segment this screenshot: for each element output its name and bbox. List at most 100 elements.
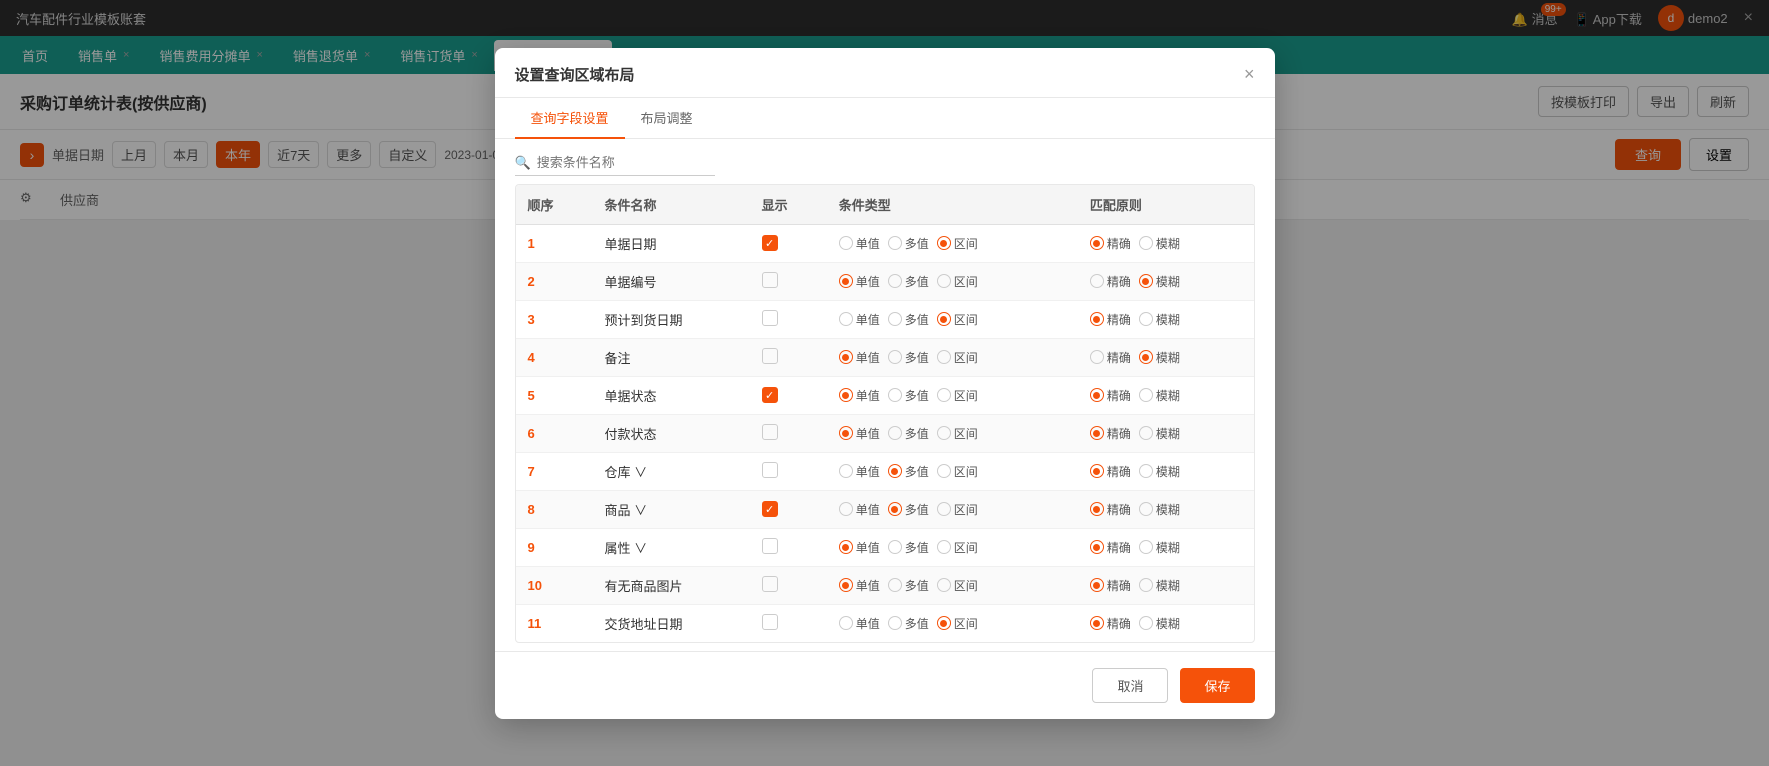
type-option-区间[interactable]: 区间 (937, 577, 978, 594)
show-checkbox[interactable] (762, 614, 778, 630)
field-match-radio-group: 精确模糊 (1078, 224, 1254, 262)
type-option-单值[interactable]: 单值 (839, 577, 880, 594)
type-option-单值[interactable]: 单值 (839, 615, 880, 632)
radio-circle-icon (1139, 388, 1153, 402)
match-option-精确[interactable]: 精确 (1090, 577, 1131, 594)
show-checkbox[interactable] (762, 272, 778, 288)
show-checkbox[interactable] (762, 387, 778, 403)
type-option-多值[interactable]: 多值 (888, 387, 929, 404)
type-option-多值[interactable]: 多值 (888, 577, 929, 594)
type-option-区间[interactable]: 区间 (937, 501, 978, 518)
field-match-radio-group: 精确模糊 (1078, 414, 1254, 452)
type-option-区间[interactable]: 区间 (937, 273, 978, 290)
match-option-模糊[interactable]: 模糊 (1139, 615, 1180, 632)
type-option-区间[interactable]: 区间 (937, 539, 978, 556)
match-option-精确[interactable]: 精确 (1090, 615, 1131, 632)
match-option-模糊[interactable]: 模糊 (1139, 387, 1180, 404)
match-option-精确[interactable]: 精确 (1090, 463, 1131, 480)
type-option-多值[interactable]: 多值 (888, 311, 929, 328)
match-option-模糊[interactable]: 模糊 (1139, 425, 1180, 442)
type-option-多值[interactable]: 多值 (888, 463, 929, 480)
match-option-精确[interactable]: 精确 (1090, 349, 1131, 366)
modal-header: 设置查询区域布局 × (495, 48, 1275, 98)
type-option-单值[interactable]: 单值 (839, 387, 880, 404)
radio-circle-icon (937, 464, 951, 478)
field-name: 商品 ∨ (593, 490, 750, 528)
field-show-checkbox[interactable] (750, 224, 827, 262)
type-option-单值[interactable]: 单值 (839, 539, 880, 556)
match-option-模糊[interactable]: 模糊 (1139, 577, 1180, 594)
field-show-checkbox[interactable] (750, 338, 827, 376)
type-option-单值[interactable]: 单值 (839, 463, 880, 480)
cancel-button[interactable]: 取消 (1092, 668, 1168, 703)
type-option-区间[interactable]: 区间 (937, 311, 978, 328)
type-option-单值[interactable]: 单值 (839, 425, 880, 442)
field-name: 付款状态 (593, 414, 750, 452)
type-option-单值[interactable]: 单值 (839, 349, 880, 366)
match-option-模糊[interactable]: 模糊 (1139, 273, 1180, 290)
modal-close-button[interactable]: × (1244, 65, 1255, 83)
type-option-区间[interactable]: 区间 (937, 387, 978, 404)
type-option-多值[interactable]: 多值 (888, 273, 929, 290)
radio-circle-icon (1090, 274, 1104, 288)
radio-circle-icon (888, 502, 902, 516)
type-option-区间[interactable]: 区间 (937, 615, 978, 632)
match-option-模糊[interactable]: 模糊 (1139, 235, 1180, 252)
match-option-精确[interactable]: 精确 (1090, 539, 1131, 556)
match-option-模糊[interactable]: 模糊 (1139, 311, 1180, 328)
type-option-多值[interactable]: 多值 (888, 615, 929, 632)
match-option-模糊[interactable]: 模糊 (1139, 501, 1180, 518)
radio-circle-icon (937, 578, 951, 592)
show-checkbox[interactable] (762, 235, 778, 251)
show-checkbox[interactable] (762, 501, 778, 517)
match-option-精确[interactable]: 精确 (1090, 311, 1131, 328)
field-show-checkbox[interactable] (750, 300, 827, 338)
radio-circle-icon (937, 388, 951, 402)
type-option-多值[interactable]: 多值 (888, 501, 929, 518)
show-checkbox[interactable] (762, 310, 778, 326)
match-option-精确[interactable]: 精确 (1090, 501, 1131, 518)
type-option-单值[interactable]: 单值 (839, 235, 880, 252)
search-input[interactable] (537, 155, 715, 170)
show-checkbox[interactable] (762, 576, 778, 592)
save-button[interactable]: 保存 (1180, 668, 1254, 703)
radio-circle-icon (1139, 274, 1153, 288)
type-option-多值[interactable]: 多值 (888, 425, 929, 442)
table-row: 9属性 ∨单值多值区间精确模糊 (516, 528, 1254, 566)
field-name: 备注 (593, 338, 750, 376)
type-option-单值[interactable]: 单值 (839, 311, 880, 328)
field-show-checkbox[interactable] (750, 376, 827, 414)
radio-circle-icon (1139, 578, 1153, 592)
show-checkbox[interactable] (762, 424, 778, 440)
match-option-精确[interactable]: 精确 (1090, 235, 1131, 252)
match-option-模糊[interactable]: 模糊 (1139, 349, 1180, 366)
radio-circle-icon (839, 616, 853, 630)
modal-tab-layout[interactable]: 布局调整 (625, 98, 709, 139)
type-option-多值[interactable]: 多值 (888, 235, 929, 252)
modal-tab-query-fields[interactable]: 查询字段设置 (515, 98, 625, 139)
show-checkbox[interactable] (762, 348, 778, 364)
field-show-checkbox[interactable] (750, 528, 827, 566)
field-show-checkbox[interactable] (750, 490, 827, 528)
type-option-区间[interactable]: 区间 (937, 349, 978, 366)
type-option-区间[interactable]: 区间 (937, 235, 978, 252)
type-option-区间[interactable]: 区间 (937, 425, 978, 442)
type-option-区间[interactable]: 区间 (937, 463, 978, 480)
radio-circle-icon (888, 464, 902, 478)
field-show-checkbox[interactable] (750, 604, 827, 642)
type-option-单值[interactable]: 单值 (839, 273, 880, 290)
type-option-单值[interactable]: 单值 (839, 501, 880, 518)
field-show-checkbox[interactable] (750, 452, 827, 490)
field-show-checkbox[interactable] (750, 566, 827, 604)
field-show-checkbox[interactable] (750, 262, 827, 300)
match-option-模糊[interactable]: 模糊 (1139, 463, 1180, 480)
show-checkbox[interactable] (762, 538, 778, 554)
match-option-模糊[interactable]: 模糊 (1139, 539, 1180, 556)
type-option-多值[interactable]: 多值 (888, 349, 929, 366)
match-option-精确[interactable]: 精确 (1090, 273, 1131, 290)
field-show-checkbox[interactable] (750, 414, 827, 452)
match-option-精确[interactable]: 精确 (1090, 425, 1131, 442)
type-option-多值[interactable]: 多值 (888, 539, 929, 556)
show-checkbox[interactable] (762, 462, 778, 478)
match-option-精确[interactable]: 精确 (1090, 387, 1131, 404)
